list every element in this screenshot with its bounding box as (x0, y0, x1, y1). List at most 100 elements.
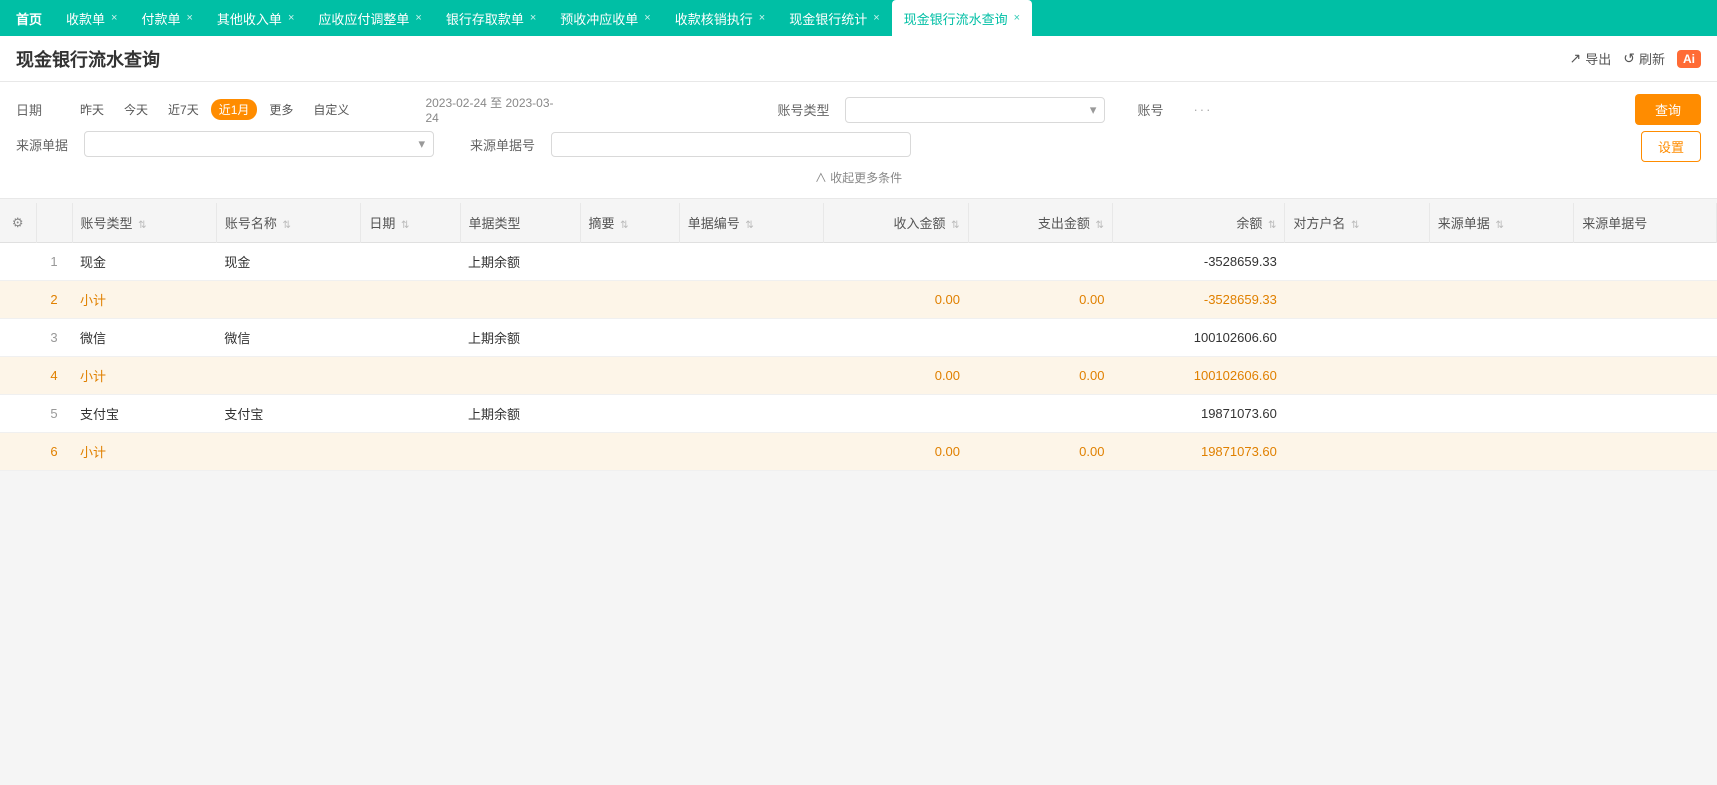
nav-item-home[interactable]: 首页 (4, 0, 54, 36)
source-doc-num-input[interactable] (551, 132, 911, 157)
table-cell: 小计 (72, 433, 216, 471)
date-btn-custom[interactable]: 自定义 (305, 99, 357, 120)
close-icon[interactable]: × (873, 12, 879, 24)
close-icon[interactable]: × (759, 12, 765, 24)
close-icon[interactable]: × (1014, 12, 1020, 24)
date-btn-7days[interactable]: 近7天 (160, 99, 207, 120)
table-cell (824, 395, 968, 433)
source-doc-select[interactable]: ▾ (84, 131, 434, 157)
table-cell (824, 243, 968, 281)
table-cell: 2 (36, 281, 72, 319)
table-cell (1285, 319, 1429, 357)
close-icon[interactable]: × (288, 12, 294, 24)
col-expense: 支出金额 ⇅ (968, 203, 1112, 243)
sort-icon[interactable]: ⇅ (620, 220, 628, 231)
sort-icon[interactable]: ⇅ (1351, 220, 1359, 231)
table-area: ⚙ 账号类型 ⇅ 账号名称 ⇅ 日期 ⇅ 单据类型 (0, 203, 1717, 471)
table-cell (361, 433, 460, 471)
table-cell: 支付宝 (72, 395, 216, 433)
table-cell (679, 319, 823, 357)
nav-item-ar-ap-adjust[interactable]: 应收应付调整单 × (306, 0, 433, 36)
table-cell (1429, 395, 1573, 433)
table-cell: 0.00 (968, 357, 1112, 395)
table-row: 6小计0.000.0019871073.60 (0, 433, 1717, 471)
table-row: 5支付宝支付宝上期余额19871073.60 (0, 395, 1717, 433)
nav-item-other-income[interactable]: 其他收入单 × (205, 0, 306, 36)
col-counterparty: 对方户名 ⇅ (1285, 203, 1429, 243)
source-doc-label: 来源单据 (16, 135, 68, 154)
nav-item-payment[interactable]: 付款单 × (129, 0, 204, 36)
table-cell (216, 433, 360, 471)
sort-icon[interactable]: ⇅ (1096, 220, 1104, 231)
export-button[interactable]: ↗ 导出 (1570, 49, 1612, 68)
sort-icon[interactable]: ⇅ (1495, 220, 1503, 231)
account-type-select[interactable]: ▾ (845, 97, 1105, 123)
table-cell (460, 281, 580, 319)
settings-button[interactable]: 设置 (1641, 131, 1701, 162)
chevron-down-icon: ▾ (1090, 102, 1097, 118)
nav-item-receipt[interactable]: 收款单 × (54, 0, 129, 36)
refresh-icon: ↺ (1623, 50, 1635, 67)
filter-right-buttons: 查询 设置 (1619, 94, 1701, 162)
account-label: 账号 (1137, 100, 1177, 119)
top-nav: 首页 收款单 × 付款单 × 其他收入单 × 应收应付调整单 × 银行存取款单 … (0, 0, 1717, 36)
table-row: 1现金现金上期余额-3528659.33 (0, 243, 1717, 281)
close-icon[interactable]: × (111, 12, 117, 24)
nav-item-cash-flow[interactable]: 现金银行流水查询 × (892, 0, 1032, 36)
nav-item-cash-stat[interactable]: 现金银行统计 × (777, 0, 891, 36)
date-options: 昨天 今天 近7天 近1月 更多 自定义 (72, 99, 357, 120)
table-cell (0, 243, 36, 281)
col-balance: 余额 ⇅ (1112, 203, 1284, 243)
table-cell (824, 319, 968, 357)
page-header: 现金银行流水查询 ↗ 导出 ↺ 刷新 Ai (0, 36, 1717, 82)
sort-icon[interactable]: ⇅ (1268, 220, 1276, 231)
close-icon[interactable]: × (644, 12, 650, 24)
table-cell (1574, 243, 1717, 281)
table-row: 2小计0.000.00-3528659.33 (0, 281, 1717, 319)
sort-icon[interactable]: ⇅ (283, 220, 291, 231)
col-account-name: 账号名称 ⇅ (216, 203, 360, 243)
date-btn-more[interactable]: 更多 (261, 99, 301, 120)
table-cell (361, 281, 460, 319)
table-cell (361, 357, 460, 395)
nav-item-write-off[interactable]: 收款核销执行 × (663, 0, 777, 36)
table-cell (361, 243, 460, 281)
table-cell (1429, 281, 1573, 319)
table-cell: 3 (36, 319, 72, 357)
date-btn-today[interactable]: 今天 (116, 99, 156, 120)
date-btn-1month[interactable]: 近1月 (211, 99, 258, 120)
table-cell: 现金 (216, 243, 360, 281)
table-cell: 小计 (72, 281, 216, 319)
col-account-type: 账号类型 ⇅ (72, 203, 216, 243)
table-cell: 5 (36, 395, 72, 433)
table-cell (0, 395, 36, 433)
close-icon[interactable]: × (186, 12, 192, 24)
ai-button[interactable]: Ai (1677, 50, 1701, 68)
export-icon: ↗ (1570, 50, 1582, 67)
date-btn-yesterday[interactable]: 昨天 (72, 99, 112, 120)
table-row: 4小计0.000.00100102606.60 (0, 357, 1717, 395)
table-cell (1574, 319, 1717, 357)
sort-icon[interactable]: ⇅ (138, 220, 146, 231)
close-icon[interactable]: × (530, 12, 536, 24)
table-cell (1285, 281, 1429, 319)
col-date: 日期 ⇅ (361, 203, 460, 243)
account-more-button[interactable]: ··· (1193, 102, 1212, 117)
query-button[interactable]: 查询 (1635, 94, 1701, 125)
nav-item-advance-offset[interactable]: 预收冲应收单 × (548, 0, 662, 36)
refresh-button[interactable]: ↺ 刷新 (1623, 49, 1665, 68)
col-doc-type: 单据类型 (460, 203, 580, 243)
filter-area: 日期 昨天 今天 近7天 近1月 更多 自定义 2023-02-24 至 202… (0, 82, 1717, 199)
col-source-doc: 来源单据 ⇅ (1429, 203, 1573, 243)
table-cell (1285, 433, 1429, 471)
sort-icon[interactable]: ⇅ (951, 220, 959, 231)
nav-item-bank-deposit[interactable]: 银行存取款单 × (434, 0, 548, 36)
date-label: 日期 (16, 100, 56, 119)
table-cell (0, 319, 36, 357)
sort-icon[interactable]: ⇅ (745, 220, 753, 231)
close-icon[interactable]: × (415, 12, 421, 24)
sort-icon[interactable]: ⇅ (401, 220, 409, 231)
table-cell (1429, 357, 1573, 395)
collapse-bar[interactable]: ∧ 收起更多条件 (16, 165, 1701, 190)
table-settings-icon[interactable]: ⚙ (12, 215, 24, 230)
